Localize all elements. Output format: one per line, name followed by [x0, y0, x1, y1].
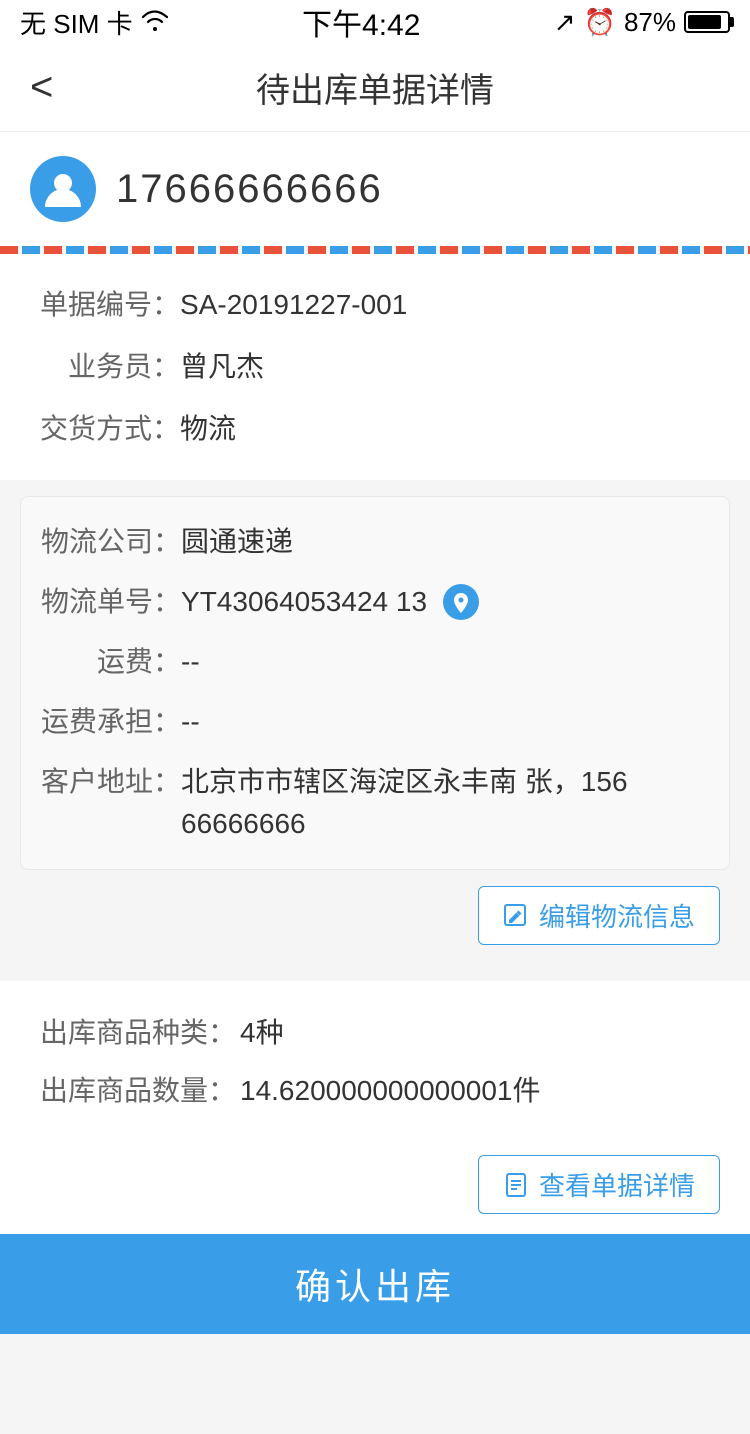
basic-info-section: 单据编号： SA-20191227-001 业务员： 曾凡杰 交货方式： 物流 — [0, 254, 750, 480]
delivery-method-label: 交货方式： — [40, 408, 180, 450]
goods-types-label: 出库商品种类： — [40, 1011, 240, 1051]
logistics-company-label: 物流公司： — [41, 521, 181, 563]
avatar — [30, 156, 96, 222]
sales-person-value: 曾凡杰 — [180, 346, 710, 388]
status-right: ↗ ⏰ 87% — [554, 7, 730, 38]
logistics-tracking-value: YT43064053424 13 — [181, 581, 709, 623]
user-card: 17666666666 — [0, 132, 750, 246]
address-label: 客户地址： — [41, 761, 181, 803]
alarm-icon: ⏰ — [584, 7, 616, 38]
goods-quantity-label: 出库商品数量： — [40, 1069, 240, 1109]
document-number-label: 单据编号： — [40, 284, 180, 326]
battery-icon — [684, 11, 730, 33]
freight-bearer-row: 运费承担： -- — [41, 701, 709, 743]
goods-types-row: 出库商品种类： 4种 — [40, 1011, 710, 1051]
person-icon — [41, 167, 85, 211]
view-detail-row: 查看单据详情 — [0, 1139, 750, 1234]
back-button[interactable]: < — [30, 65, 53, 110]
confirm-button-label: 确认出库 — [295, 1258, 455, 1310]
goods-quantity-value: 14.620000000000001件 — [240, 1069, 710, 1109]
freight-bearer-label: 运费承担： — [41, 701, 181, 743]
view-detail-button[interactable]: 查看单据详情 — [478, 1155, 720, 1214]
nav-bar: < 待出库单据详情 — [0, 44, 750, 132]
status-time: 下午4:42 — [302, 0, 420, 44]
delivery-method-value: 物流 — [180, 408, 710, 450]
freight-row: 运费： -- — [41, 641, 709, 683]
wifi-icon — [141, 7, 169, 38]
section-divider — [0, 965, 750, 981]
logistics-company-row: 物流公司： 圆通速递 — [41, 521, 709, 563]
address-row: 客户地址： 北京市市辖区海淀区永丰南 张，156 66666666 — [41, 761, 709, 845]
freight-bearer-value: -- — [181, 701, 709, 743]
status-left: 无 SIM 卡 — [20, 4, 169, 41]
address-value: 北京市市辖区海淀区永丰南 张，156 66666666 — [181, 761, 709, 845]
delivery-method-row: 交货方式： 物流 — [40, 408, 710, 450]
edit-logistics-button[interactable]: 编辑物流信息 — [478, 886, 720, 945]
goods-section: 出库商品种类： 4种 出库商品数量： 14.620000000000001件 — [0, 981, 750, 1139]
freight-label: 运费： — [41, 641, 181, 683]
status-bar: 无 SIM 卡 下午4:42 ↗ ⏰ 87% — [0, 0, 750, 44]
logistics-box: 物流公司： 圆通速递 物流单号： YT43064053424 13 运费： --… — [20, 496, 730, 870]
logistics-company-value: 圆通速递 — [181, 521, 709, 563]
edit-icon — [503, 903, 529, 929]
freight-value: -- — [181, 641, 709, 683]
confirm-button[interactable]: 确认出库 — [0, 1234, 750, 1334]
carrier-label: 无 SIM 卡 — [20, 4, 133, 41]
goods-quantity-row: 出库商品数量： 14.620000000000001件 — [40, 1069, 710, 1109]
logistics-tracking-label: 物流单号： — [41, 581, 181, 623]
edit-logistics-row: 编辑物流信息 — [0, 886, 750, 965]
battery-percent: 87% — [624, 7, 676, 38]
document-number-value: SA-20191227-001 — [180, 284, 710, 326]
tracking-location-icon[interactable] — [443, 584, 479, 620]
sales-person-label: 业务员： — [40, 346, 180, 388]
user-phone: 17666666666 — [116, 167, 383, 212]
sales-person-row: 业务员： 曾凡杰 — [40, 346, 710, 388]
goods-types-value: 4种 — [240, 1011, 710, 1051]
dashed-separator — [0, 246, 750, 254]
logistics-tracking-row: 物流单号： YT43064053424 13 — [41, 581, 709, 623]
document-icon — [503, 1172, 529, 1198]
document-number-row: 单据编号： SA-20191227-001 — [40, 284, 710, 326]
page-title: 待出库单据详情 — [256, 63, 494, 112]
location-status-icon: ↗ — [554, 7, 576, 38]
